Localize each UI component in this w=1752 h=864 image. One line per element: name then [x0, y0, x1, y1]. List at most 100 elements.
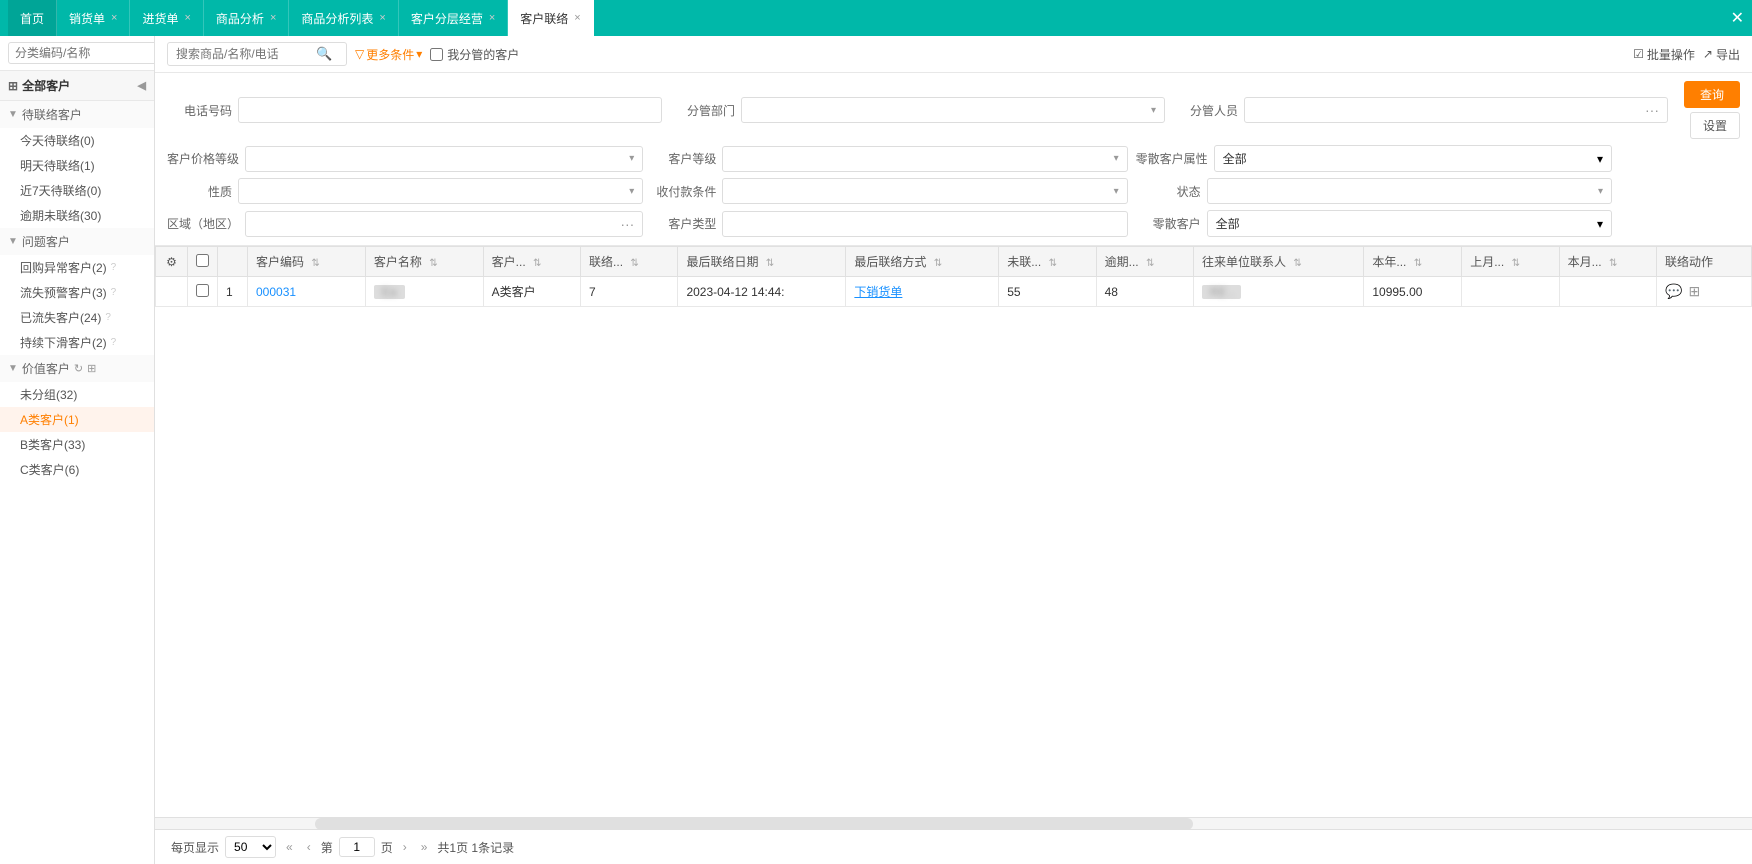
- sidebar-item-class-a[interactable]: A类客户(1): [0, 407, 154, 432]
- export-button[interactable]: ↗ 导出: [1703, 46, 1740, 63]
- tab-purchase[interactable]: 进货单 ×: [130, 0, 203, 36]
- payment-input[interactable]: ▾: [722, 178, 1127, 204]
- col-contact[interactable]: 联络... ⇅: [581, 247, 678, 277]
- tab-goods-analysis-list-close[interactable]: ×: [379, 12, 385, 24]
- page-input[interactable]: [339, 837, 375, 857]
- manager-input[interactable]: ···: [1244, 97, 1668, 123]
- first-page-button[interactable]: «: [282, 838, 297, 856]
- sidebar-item-lost[interactable]: 已流失客户(24) ?: [0, 305, 154, 330]
- payment-arrow-icon: ▾: [1114, 186, 1119, 197]
- tab-customer-contact[interactable]: 客户联络 ×: [508, 0, 593, 36]
- col-no-contact[interactable]: 未联... ⇅: [999, 247, 1096, 277]
- col-last-method[interactable]: 最后联络方式 ⇅: [846, 247, 999, 277]
- help-icon-1: ?: [111, 262, 117, 273]
- col-last-month[interactable]: 上月... ⇅: [1462, 247, 1559, 277]
- status-arrow-icon: ▾: [1598, 186, 1603, 197]
- sidebar-item-near7-contact[interactable]: 近7天待联络(0): [0, 178, 154, 203]
- grid-icon: ⊞: [8, 79, 18, 93]
- region-label: 区域（地区）: [167, 215, 239, 232]
- col-overdue[interactable]: 逾期... ⇅: [1096, 247, 1193, 277]
- help-icon-2: ?: [111, 287, 117, 298]
- horizontal-scrollbar[interactable]: [155, 817, 1752, 829]
- row-checkbox[interactable]: [196, 284, 209, 297]
- more-conditions-button[interactable]: ▽ 更多条件 ▾: [355, 46, 422, 63]
- tab-goods-analysis[interactable]: 商品分析 ×: [204, 0, 289, 36]
- tab-home[interactable]: 首页: [8, 0, 57, 36]
- col-last-date[interactable]: 最后联络日期 ⇅: [678, 247, 846, 277]
- dept-label: 分管部门: [670, 102, 735, 119]
- pagination: 每页显示 50 100 200 « ‹ 第 页 › » 共1页 1条记录: [171, 836, 514, 858]
- col-seq: [218, 247, 248, 277]
- prev-page-button[interactable]: ‹: [303, 838, 315, 856]
- refresh-icon[interactable]: ↻: [74, 362, 83, 375]
- value-customers-group[interactable]: ▼ 价值客户 ↻ ⊞: [0, 355, 154, 382]
- chat-icon[interactable]: 💬: [1665, 283, 1682, 300]
- sidebar-item-tomorrow-contact[interactable]: 明天待联络(1): [0, 153, 154, 178]
- pending-contact-group[interactable]: ▼ 待联络客户: [0, 101, 154, 128]
- sidebar-item-class-b[interactable]: B类客户(33): [0, 432, 154, 457]
- status-input[interactable]: ▾: [1207, 178, 1612, 204]
- region-input[interactable]: ···: [245, 211, 643, 237]
- sidebar-item-unclassified[interactable]: 未分组(32): [0, 382, 154, 407]
- col-this-year[interactable]: 本年... ⇅: [1364, 247, 1462, 277]
- last-method-link[interactable]: 下销货单: [854, 285, 902, 299]
- query-button[interactable]: 查询: [1684, 81, 1740, 108]
- retail-attr-select[interactable]: 全部 ▾: [1214, 145, 1612, 172]
- sidebar-item-lost-prediction[interactable]: 流失预警客户(3) ?: [0, 280, 154, 305]
- tab-customer-segment-close[interactable]: ×: [489, 12, 495, 24]
- all-customers-header[interactable]: ⊞ 全部客户 ◀: [0, 71, 154, 101]
- tab-customer-contact-close[interactable]: ×: [574, 12, 580, 24]
- col-type[interactable]: 客户... ⇅: [483, 247, 580, 277]
- row-last-method[interactable]: 下销货单: [846, 277, 999, 307]
- col-gear[interactable]: ⚙: [156, 247, 188, 277]
- sidebar-search-input[interactable]: [8, 42, 155, 64]
- sidebar-item-class-c[interactable]: C类客户(6): [0, 457, 154, 482]
- col-code[interactable]: 客户编码 ⇅: [248, 247, 366, 277]
- collapse-icon[interactable]: ◀: [138, 79, 146, 92]
- tab-purchase-close[interactable]: ×: [184, 12, 190, 24]
- row-contact-action: 💬 ⊞: [1657, 277, 1752, 307]
- phone-field: 电话号码: [167, 97, 662, 123]
- nature-arrow-icon: ▾: [629, 186, 634, 197]
- col-this-month[interactable]: 本月... ⇅: [1559, 247, 1656, 277]
- total-records-label: 共1页 1条记录: [437, 839, 514, 856]
- close-all-button[interactable]: ✕: [1731, 8, 1744, 28]
- filter-search-icon[interactable]: 🔍: [316, 46, 332, 62]
- sidebar-item-today-contact[interactable]: 今天待联络(0): [0, 128, 154, 153]
- tab-goods-analysis-label: 商品分析: [216, 10, 264, 27]
- tab-goods-analysis-close[interactable]: ×: [270, 12, 276, 24]
- add-group-icon[interactable]: ⊞: [87, 362, 96, 375]
- settings-button[interactable]: 设置: [1690, 112, 1740, 139]
- problem-customers-group[interactable]: ▼ 问题客户: [0, 228, 154, 255]
- col-unit-contact[interactable]: 往来单位联系人 ⇅: [1194, 247, 1364, 277]
- col-name[interactable]: 客户名称 ⇅: [365, 247, 483, 277]
- retail-customer-select[interactable]: 全部 ▾: [1207, 210, 1612, 237]
- row-last-month: [1462, 277, 1559, 307]
- batch-op-button[interactable]: ☑ 批量操作: [1633, 46, 1695, 63]
- tab-sales-close[interactable]: ×: [111, 12, 117, 24]
- next-page-button[interactable]: ›: [399, 838, 411, 856]
- nature-input[interactable]: ▾: [238, 178, 643, 204]
- tab-sales[interactable]: 销货单 ×: [57, 0, 130, 36]
- sidebar-item-repurchase-anomaly[interactable]: 回购异常客户(2) ?: [0, 255, 154, 280]
- my-customers-filter[interactable]: 我分管的客户: [430, 46, 519, 63]
- retail-customer-label: 零散客户: [1136, 215, 1201, 232]
- select-all-checkbox[interactable]: [196, 254, 209, 267]
- customer-type-input[interactable]: [722, 211, 1127, 237]
- row-code[interactable]: 000031: [248, 277, 366, 307]
- sidebar: 🔍 ⊞ 全部客户 ◀ ▼ 待联络客户 今天待联络(0) 明天待联络(1) 近7天…: [0, 36, 155, 864]
- qr-icon[interactable]: ⊞: [1688, 283, 1700, 300]
- tab-customer-segment[interactable]: 客户分层经营 ×: [399, 0, 508, 36]
- page-size-select[interactable]: 50 100 200: [225, 836, 276, 858]
- price-grade-input[interactable]: ▾: [245, 146, 643, 172]
- customer-grade-input[interactable]: ▾: [722, 146, 1127, 172]
- checkbox-icon: ☑: [1633, 47, 1644, 61]
- last-page-button[interactable]: »: [417, 838, 432, 856]
- sidebar-item-continuous-decline[interactable]: 持续下滑客户(2) ?: [0, 330, 154, 355]
- dept-input[interactable]: ▾: [741, 97, 1165, 123]
- phone-input[interactable]: [238, 97, 662, 123]
- filter-search-input[interactable]: [176, 47, 316, 61]
- sidebar-item-overdue-contact[interactable]: 逾期未联络(30): [0, 203, 154, 228]
- my-customers-checkbox[interactable]: [430, 48, 443, 61]
- tab-goods-analysis-list[interactable]: 商品分析列表 ×: [289, 0, 398, 36]
